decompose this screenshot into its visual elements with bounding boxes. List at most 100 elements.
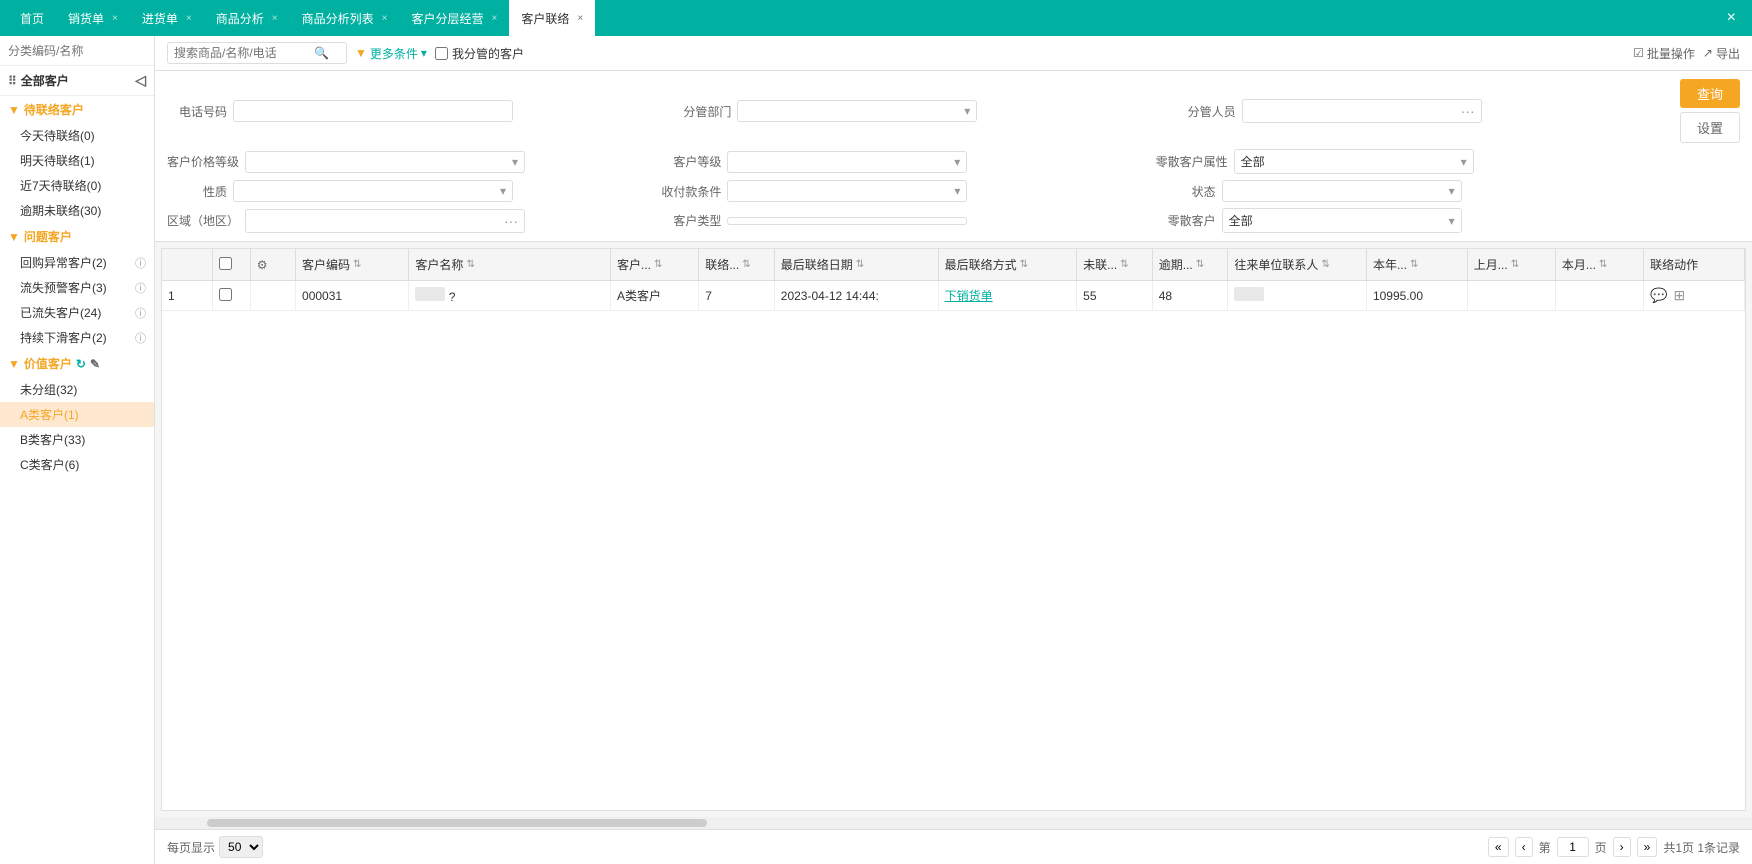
- page-number-input[interactable]: [1557, 837, 1589, 857]
- manager-select[interactable]: ···: [1242, 99, 1482, 123]
- sort-icon-method[interactable]: ⇅: [1020, 259, 1028, 270]
- filter-group-phone: 电话号码: [167, 100, 663, 122]
- query-button[interactable]: 查询: [1680, 79, 1740, 108]
- customer-type-label: 客户类型: [661, 212, 721, 229]
- sidebar-item-today-pending[interactable]: 今天待联络(0): [0, 123, 154, 148]
- th-index: [162, 249, 212, 281]
- nav-product-analysis-list-close[interactable]: ×: [382, 13, 388, 24]
- nav-customer-contact-close[interactable]: ×: [577, 13, 583, 24]
- my-customer-checkbox[interactable]: 我分管的客户: [435, 45, 524, 62]
- qr-icon[interactable]: ⊞: [1674, 287, 1686, 304]
- th-customer-name: 客户名称 ⇅: [409, 249, 611, 281]
- sort-icon-this-year[interactable]: ⇅: [1410, 259, 1418, 270]
- next-page-button[interactable]: ›: [1613, 837, 1631, 857]
- select-all-checkbox[interactable]: [219, 257, 232, 270]
- sort-icon-type[interactable]: ⇅: [654, 259, 662, 270]
- sidebar-item-churn-warning[interactable]: 流失预警客户(3) ⓘ: [0, 275, 154, 300]
- sidebar-item-c-class[interactable]: C类客户(6): [0, 452, 154, 477]
- chat-icon[interactable]: 💬: [1650, 287, 1667, 304]
- sidebar-item-tomorrow-pending[interactable]: 明天待联络(1): [0, 148, 154, 173]
- nature-select[interactable]: ▾: [233, 180, 513, 202]
- sort-icon-code[interactable]: ⇅: [353, 259, 361, 270]
- sidebar-item-churned[interactable]: 已流失客户(24) ⓘ: [0, 300, 154, 325]
- sidebar-item-overdue-contact[interactable]: 逾期未联络(30): [0, 198, 154, 223]
- retail-attr-arrow-icon: ▾: [1461, 155, 1467, 169]
- dept-select[interactable]: ▾: [737, 100, 977, 122]
- sort-icon-overdue[interactable]: ⇅: [1196, 259, 1204, 270]
- row-checkbox[interactable]: [219, 288, 232, 301]
- customer-level-select[interactable]: ▾: [727, 151, 967, 173]
- nav-customer-contact[interactable]: 客户联络 ×: [509, 0, 595, 36]
- th-last-month: 上月... ⇅: [1467, 249, 1555, 281]
- nav-purchase-close[interactable]: ×: [186, 13, 192, 24]
- th-contact-count: 联络... ⇅: [699, 249, 775, 281]
- nav-product-analysis-list[interactable]: 商品分析列表 ×: [290, 0, 400, 36]
- nav-purchase[interactable]: 进货单 ×: [130, 0, 204, 36]
- search-icon[interactable]: 🔍: [314, 46, 329, 60]
- sidebar-section-value[interactable]: ▼ 价值客户 ↻ ✎: [0, 350, 154, 377]
- window-close-button[interactable]: ×: [1719, 9, 1744, 27]
- refresh-icon[interactable]: ↻: [76, 357, 86, 371]
- filter-row-4: 区域（地区） ··· 客户类型 零散客户 全部: [167, 208, 1740, 233]
- info-icon-1: ⓘ: [135, 280, 146, 296]
- cell-checkbox[interactable]: [212, 281, 250, 311]
- th-checkbox[interactable]: [212, 249, 250, 281]
- nav-customer-segmentation-close[interactable]: ×: [491, 13, 497, 24]
- cell-last-method[interactable]: 下销货单: [938, 281, 1077, 311]
- sort-icon-not-contact[interactable]: ⇅: [1120, 259, 1128, 270]
- sort-icon-this-month[interactable]: ⇅: [1599, 259, 1607, 270]
- nav-sales[interactable]: 销货单 ×: [56, 0, 130, 36]
- export-button[interactable]: ↗ 导出: [1703, 45, 1740, 62]
- th-customer-type: 客户... ⇅: [611, 249, 699, 281]
- scroll-thumb[interactable]: [207, 819, 707, 827]
- my-customer-check[interactable]: [435, 47, 448, 60]
- sort-icon-last-month[interactable]: ⇅: [1511, 259, 1519, 270]
- sidebar-section-problem[interactable]: ▼ 问题客户: [0, 223, 154, 250]
- sidebar-item-declining[interactable]: 持续下滑客户(2) ⓘ: [0, 325, 154, 350]
- nature-arrow-icon: ▾: [500, 184, 506, 198]
- sort-icon-unit-contact[interactable]: ⇅: [1321, 259, 1329, 270]
- filter-group-nature: 性质 ▾: [167, 180, 653, 202]
- horizontal-scrollbar[interactable]: [155, 817, 1752, 829]
- retail-customer-select[interactable]: 全部 ▾: [1222, 208, 1462, 233]
- nav-sales-close[interactable]: ×: [112, 13, 118, 24]
- search-input[interactable]: [174, 46, 314, 60]
- th-this-year: 本年... ⇅: [1366, 249, 1467, 281]
- nav-product-analysis[interactable]: 商品分析 ×: [204, 0, 290, 36]
- sidebar-collapse-btn[interactable]: ◁: [135, 72, 146, 89]
- gear-icon[interactable]: ⚙: [257, 258, 268, 272]
- sort-icon-name[interactable]: ⇅: [466, 259, 474, 270]
- batch-operation-button[interactable]: ☑ 批量操作: [1633, 45, 1695, 62]
- price-level-select[interactable]: ▾: [245, 151, 525, 173]
- nav-product-analysis-close[interactable]: ×: [272, 13, 278, 24]
- last-method-link[interactable]: 下销货单: [945, 289, 993, 303]
- sidebar-search-input[interactable]: [8, 44, 155, 58]
- sidebar-all-customers[interactable]: ⠿ 全部客户 ◁: [0, 66, 154, 96]
- payment-select[interactable]: ▾: [727, 180, 967, 202]
- page-size-select[interactable]: 50: [219, 836, 263, 858]
- region-select[interactable]: ···: [245, 209, 525, 233]
- sort-icon-contact[interactable]: ⇅: [742, 259, 750, 270]
- th-gear[interactable]: ⚙: [250, 249, 295, 281]
- more-filters-button[interactable]: ▼ 更多条件 ▾: [355, 45, 427, 62]
- sidebar-item-abnormal-repurchase[interactable]: 回购异常客户(2) ⓘ: [0, 250, 154, 275]
- sidebar-item-7days-pending[interactable]: 近7天待联络(0): [0, 173, 154, 198]
- customer-type-select[interactable]: [727, 217, 967, 225]
- total-records: 共1页 1条记录: [1663, 839, 1740, 856]
- sidebar-item-b-class[interactable]: B类客户(33): [0, 427, 154, 452]
- settings-button[interactable]: 设置: [1680, 112, 1740, 143]
- last-page-button[interactable]: »: [1637, 837, 1658, 857]
- status-select[interactable]: ▾: [1222, 180, 1462, 202]
- edit-icon[interactable]: ✎: [90, 357, 100, 371]
- retail-attr-select[interactable]: 全部 ▾: [1234, 149, 1474, 174]
- sidebar-item-unclassified[interactable]: 未分组(32): [0, 377, 154, 402]
- sidebar-item-a-class[interactable]: A类客户(1): [0, 402, 154, 427]
- sidebar-section-pending[interactable]: ▼ 待联络客户: [0, 96, 154, 123]
- first-page-button[interactable]: «: [1488, 837, 1509, 857]
- nav-customer-segmentation[interactable]: 客户分层经营 ×: [399, 0, 509, 36]
- phone-input[interactable]: [233, 100, 513, 122]
- prev-page-button[interactable]: ‹: [1515, 837, 1533, 857]
- nav-home[interactable]: 首页: [8, 0, 56, 36]
- sort-icon-date[interactable]: ⇅: [856, 259, 864, 270]
- data-table-container: ⚙ 客户编码 ⇅ 客户名称 ⇅: [161, 248, 1746, 811]
